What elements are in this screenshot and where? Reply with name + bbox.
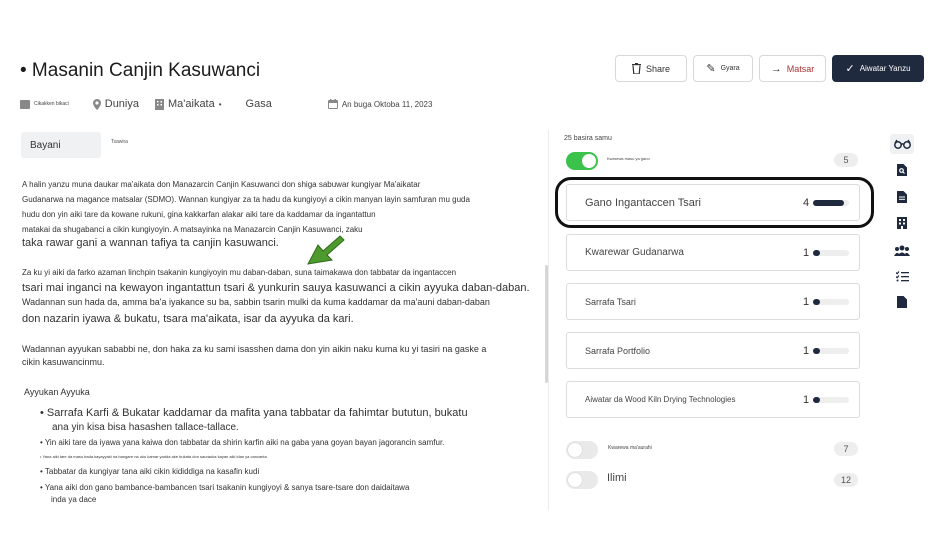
count-badge: 12 <box>834 473 858 487</box>
arrow-right-icon: → <box>770 62 782 75</box>
skill-card[interactable]: Sarrafa Portfolio 1 <box>566 332 860 369</box>
skills-count: 25 basira samu <box>564 135 612 142</box>
list-item: • Yana aiki don gano bambance-bambancen … <box>40 483 410 492</box>
skill-level-bar <box>813 299 849 305</box>
skill-label: Sarrafa Tsari <box>585 296 636 307</box>
description-line: Za ku yi aiki da farko azaman linchpin t… <box>22 268 457 277</box>
description-line: A halin yanzu muna daukar ma'aikata don … <box>22 180 421 189</box>
header-actions: Share ✎ Gyara → Matsar ✓ Aiwatar Yanzu <box>615 55 924 82</box>
highlight-outline <box>555 177 874 228</box>
toggle-education-label: Ilimi <box>607 472 627 484</box>
check-icon: ✓ <box>845 63 855 75</box>
list-item: inda ya dace <box>51 495 97 504</box>
move-button[interactable]: → Matsar <box>759 55 826 82</box>
pointer-arrow-icon <box>307 235 345 265</box>
toggle-detected-skills[interactable] <box>566 152 598 170</box>
description-line: cikin kasuwancinmu. <box>22 357 105 367</box>
toggle-soft-label: Kwarewa ma'aurahi <box>608 445 652 451</box>
document-icon[interactable] <box>890 187 914 207</box>
file-icon[interactable] <box>890 292 914 312</box>
skill-count: 1 <box>803 344 810 357</box>
description-line: Wadannan ayyukan sababbi ne, don haka za… <box>22 344 487 354</box>
description-line: Gudanarwa na magance matsalar (SDMO). Wa… <box>22 195 470 204</box>
skill-label: Kwarewar Gudanarwa <box>585 247 684 258</box>
list-item: • Tabbatar da kungiyar tana aiki cikin k… <box>40 467 260 476</box>
skill-card[interactable]: Kwarewar Gudanarwa 1 <box>566 234 860 271</box>
building-icon[interactable] <box>890 213 914 233</box>
skill-label: Sarrafa Portfolio <box>585 345 651 356</box>
count-badge: 5 <box>834 153 858 167</box>
skill-level-bar <box>813 250 849 256</box>
description-line: tsari mai inganci na kewayon ingantattun… <box>22 282 530 294</box>
toggle-soft-skills[interactable] <box>566 441 598 459</box>
users-icon[interactable] <box>890 240 914 260</box>
toggle-education[interactable] <box>566 471 598 489</box>
skill-count: 1 <box>803 246 810 259</box>
edit-button[interactable]: ✎ Gyara <box>693 55 753 82</box>
checklist-icon[interactable] <box>890 266 914 286</box>
list-item: ana yin kisa bisa hasashen tallace-talla… <box>52 422 239 433</box>
skill-level-bar <box>813 348 849 354</box>
count-badge: 7 <box>834 442 858 456</box>
skill-card[interactable]: Aiwatar da Wood Kiln Drying Technologies… <box>566 381 860 418</box>
description-line: Wadannan sun hada da, amma ba'a iyakance… <box>22 297 490 307</box>
skill-count: 1 <box>803 295 810 308</box>
description-line: hudu don yin aiki tare da kowane rukuni,… <box>22 210 376 219</box>
trash-icon <box>631 63 641 74</box>
pencil-icon: ✎ <box>706 63 716 75</box>
job-description: A halin yanzu muna daukar ma'aikata don … <box>0 0 550 546</box>
share-button[interactable]: Share <box>615 55 687 82</box>
list-item: • Sarrafa Karfi & Bukatar kaddamar da ma… <box>40 407 468 419</box>
apply-now-button[interactable]: ✓ Aiwatar Yanzu <box>832 55 924 82</box>
list-item: • Yana aiki tare da masu bada kayayyaki … <box>40 454 267 459</box>
skill-card[interactable]: Sarrafa Tsari 1 <box>566 283 860 320</box>
list-item: • Yin aiki tare da iyawa yana kaiwa don … <box>40 438 445 447</box>
divider <box>548 130 549 510</box>
skill-count: 1 <box>803 393 810 406</box>
description-line: don nazarin iyawa & bukatu, tsara ma'aik… <box>22 313 354 325</box>
description-line: taka rawar gani a wannan tafiya ta canji… <box>22 237 279 249</box>
skill-level-bar <box>813 397 849 403</box>
search-doc-icon[interactable] <box>890 160 914 180</box>
section-heading: Ayyukan Ayyuka <box>24 387 90 397</box>
toggle-detected-label: Kwarewa masu ya gano <box>607 156 650 161</box>
glasses-icon[interactable] <box>890 134 914 154</box>
skill-label: Aiwatar da Wood Kiln Drying Technologies <box>585 395 736 404</box>
